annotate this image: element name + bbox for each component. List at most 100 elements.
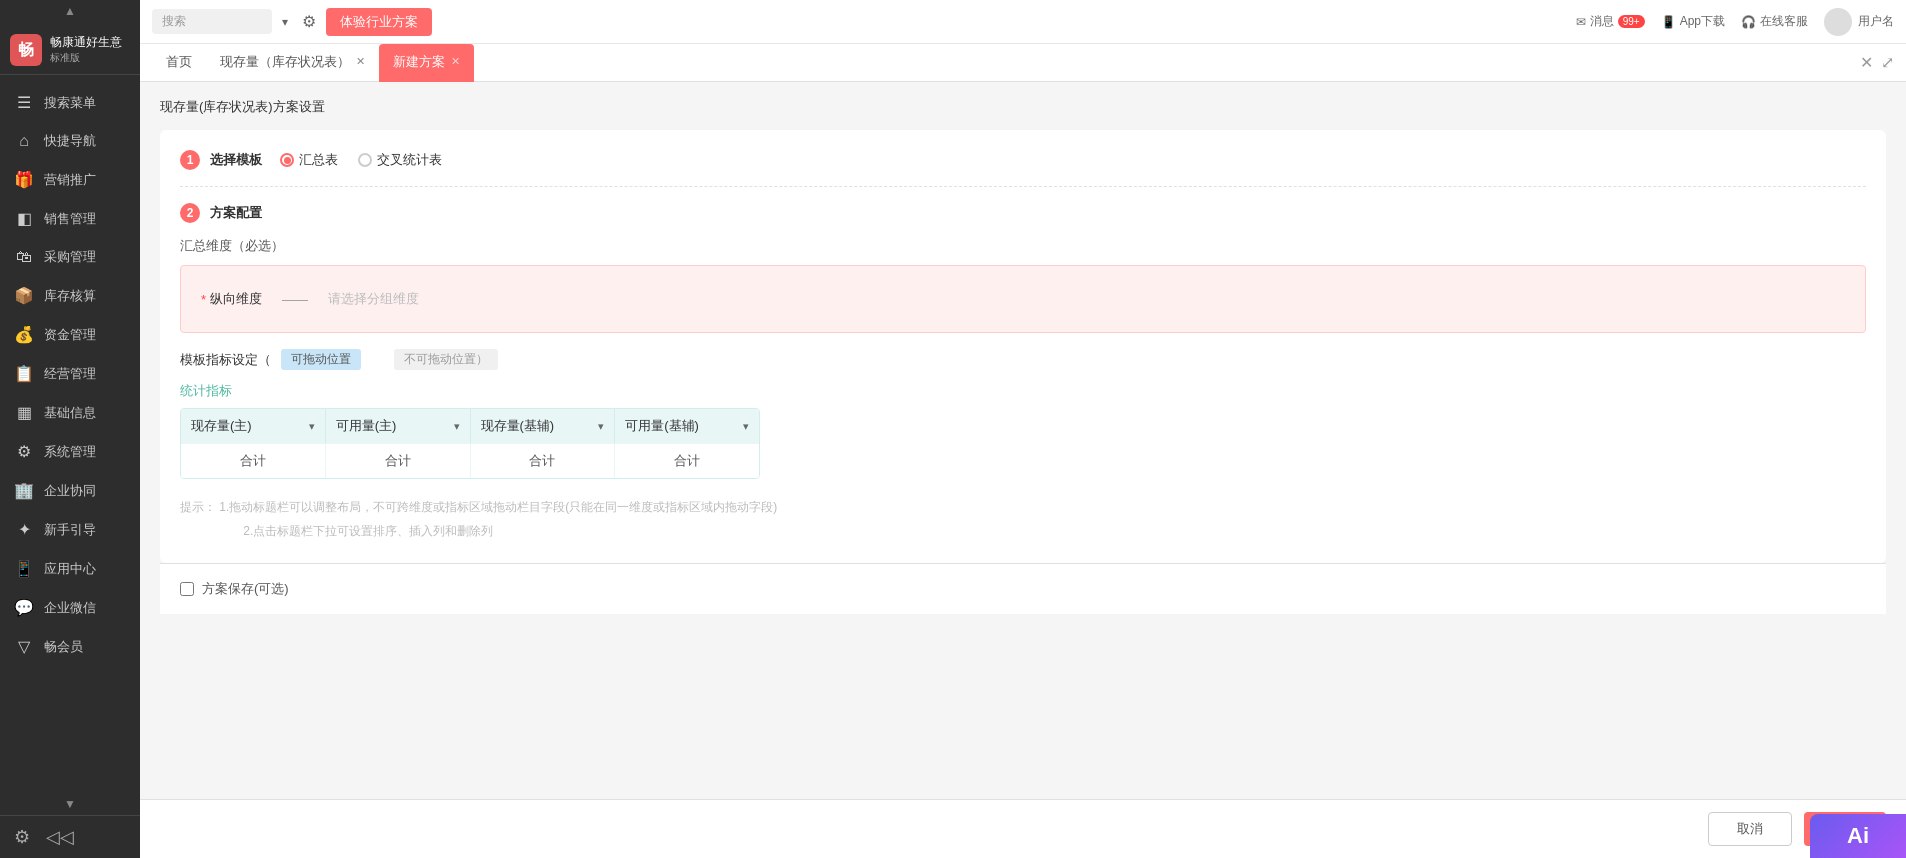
sidebar-item-operations[interactable]: 📋 经营管理 xyxy=(0,354,140,393)
sidebar-item-newcomer[interactable]: ✦ 新手引导 xyxy=(0,510,140,549)
sidebar-item-sales[interactable]: ◧ 销售管理 xyxy=(0,199,140,238)
tab-new-plan-close[interactable]: ✕ xyxy=(451,55,460,68)
topbar-gear-icon[interactable]: ⚙ xyxy=(302,12,316,31)
radio-cross-label: 交叉统计表 xyxy=(377,151,442,169)
user-avatar xyxy=(1824,8,1852,36)
sidebar-logo: 畅 畅康通好生意 标准版 xyxy=(0,22,140,75)
sidebar-logo-title: 畅康通好生意 xyxy=(50,35,122,51)
sidebar-item-search-menu[interactable]: ☰ 搜索菜单 xyxy=(0,83,140,122)
page-title: 现存量(库存状况表)方案设置 xyxy=(160,98,1886,116)
enterprise-icon: 🏢 xyxy=(14,481,34,500)
topbar-right: ✉ 消息 99+ 📱 App下载 🎧 在线客服 用户名 xyxy=(1576,8,1894,36)
sidebar-item-label: 畅会员 xyxy=(44,638,83,656)
sidebar-scroll-up[interactable]: ▲ xyxy=(0,0,140,22)
dimension-placeholder[interactable]: 请选择分组维度 xyxy=(328,290,419,308)
sidebar-logo-subtitle: 标准版 xyxy=(50,51,122,65)
sidebar-item-marketing[interactable]: 🎁 营销推广 xyxy=(0,160,140,199)
sidebar-item-finance[interactable]: 💰 资金管理 xyxy=(0,315,140,354)
tab-inventory-close[interactable]: ✕ xyxy=(356,55,365,68)
col4-dropdown-icon[interactable]: ▾ xyxy=(743,420,749,433)
cancel-button[interactable]: 取消 xyxy=(1708,812,1792,846)
tab-new-plan[interactable]: 新建方案 ✕ xyxy=(379,44,474,82)
col4-header-label: 可用量(基辅) xyxy=(625,417,699,435)
search-menu-icon: ☰ xyxy=(14,93,34,112)
col2-dropdown-icon[interactable]: ▾ xyxy=(454,420,460,433)
hint-2: 2.点击标题栏下拉可设置排序、插入列和删除列 xyxy=(243,524,493,538)
stats-table: 现存量(主) ▾ 可用量(主) ▾ 现存量(基辅) ▾ 可用量(基辅) ▾ xyxy=(180,408,760,479)
close-panel-icon[interactable]: ✕ xyxy=(1860,53,1873,72)
tab-new-plan-label: 新建方案 xyxy=(393,53,445,71)
hint-title: 提示： xyxy=(180,500,216,514)
tab-bar: 首页 现存量（库存状况表） ✕ 新建方案 ✕ ✕ ⤢ xyxy=(140,44,1906,82)
dimension-dash: —— xyxy=(282,292,308,307)
sidebar-item-label: 营销推广 xyxy=(44,171,96,189)
tab-home-label: 首页 xyxy=(166,53,192,71)
topbar-dropdown-arrow[interactable]: ▾ xyxy=(282,15,288,29)
trial-btn[interactable]: 体验行业方案 xyxy=(326,8,432,36)
radio-cross-circle xyxy=(358,153,372,167)
sidebar-item-quick-nav[interactable]: ⌂ 快捷导航 xyxy=(0,122,140,160)
user-info[interactable]: 用户名 xyxy=(1824,8,1894,36)
inventory-icon: 📦 xyxy=(14,286,34,305)
col3-cell: 合计 xyxy=(471,444,616,478)
app-download-btn[interactable]: 📱 App下载 xyxy=(1661,13,1725,30)
col3-dropdown-icon[interactable]: ▾ xyxy=(598,420,604,433)
ai-badge[interactable]: Ai xyxy=(1810,814,1906,858)
sidebar-item-basic-info[interactable]: ▦ 基础信息 xyxy=(0,393,140,432)
purchase-icon: 🛍 xyxy=(14,248,34,266)
template-settings-row: 模板指标设定（ 可拖动位置 不可拖动位置） xyxy=(180,349,1866,370)
tab-inventory-label: 现存量（库存状况表） xyxy=(220,53,350,71)
col4-cell: 合计 xyxy=(615,444,759,478)
newcomer-icon: ✦ xyxy=(14,520,34,539)
summary-dimension-label: 汇总维度（必选） xyxy=(180,237,1866,255)
finance-icon: 💰 xyxy=(14,325,34,344)
message-btn[interactable]: ✉ 消息 99+ xyxy=(1576,13,1645,30)
radio-cross[interactable]: 交叉统计表 xyxy=(358,151,442,169)
sidebar-item-inventory[interactable]: 📦 库存核算 xyxy=(0,276,140,315)
message-icon: ✉ xyxy=(1576,15,1586,29)
app-download-label: App下载 xyxy=(1680,13,1725,30)
col2-header[interactable]: 可用量(主) ▾ xyxy=(326,409,471,443)
col3-header-label: 现存量(基辅) xyxy=(481,417,555,435)
col1-header-label: 现存量(主) xyxy=(191,417,252,435)
save-checkbox[interactable] xyxy=(180,582,194,596)
sidebar: ▲ 畅 畅康通好生意 标准版 ☰ 搜索菜单 ⌂ 快捷导航 🎁 营销推广 ◧ 销售… xyxy=(0,0,140,858)
sidebar-logo-icon: 畅 xyxy=(10,34,42,66)
settings-icon[interactable]: ⚙ xyxy=(14,826,30,848)
step2-badge: 2 xyxy=(180,203,200,223)
col1-header[interactable]: 现存量(主) ▾ xyxy=(181,409,326,443)
drag-indicator: 可拖动位置 xyxy=(281,349,361,370)
col1-dropdown-icon[interactable]: ▾ xyxy=(309,420,315,433)
tab-home[interactable]: 首页 xyxy=(152,44,206,82)
sidebar-item-label: 库存核算 xyxy=(44,287,96,305)
sidebar-scroll-down[interactable]: ▼ xyxy=(0,793,140,815)
col4-header[interactable]: 可用量(基辅) ▾ xyxy=(615,409,759,443)
stats-label: 统计指标 xyxy=(180,382,1866,400)
tab-inventory-status[interactable]: 现存量（库存状况表） ✕ xyxy=(206,44,379,82)
sidebar-item-members[interactable]: ▽ 畅会员 xyxy=(0,627,140,666)
sidebar-item-enterprise[interactable]: 🏢 企业协同 xyxy=(0,471,140,510)
required-marker: * xyxy=(201,292,206,307)
message-badge: 99+ xyxy=(1618,15,1645,28)
radio-summary-label: 汇总表 xyxy=(299,151,338,169)
sidebar-footer: ⚙ ◁◁ xyxy=(0,815,140,858)
col1-cell: 合计 xyxy=(181,444,326,478)
sidebar-item-purchase[interactable]: 🛍 采购管理 xyxy=(0,238,140,276)
operations-icon: 📋 xyxy=(14,364,34,383)
dimension-box: * 纵向维度 —— 请选择分组维度 xyxy=(180,265,1866,333)
expand-panel-icon[interactable]: ⤢ xyxy=(1881,53,1894,72)
sidebar-item-wechat[interactable]: 💬 企业微信 xyxy=(0,588,140,627)
audio-icon[interactable]: ◁◁ xyxy=(46,826,74,848)
template-settings-label: 模板指标设定（ xyxy=(180,351,271,369)
sidebar-item-system[interactable]: ⚙ 系统管理 xyxy=(0,432,140,471)
sidebar-item-app-center[interactable]: 📱 应用中心 xyxy=(0,549,140,588)
members-icon: ▽ xyxy=(14,637,34,656)
settings-section: 1 选择模板 汇总表 交叉统计表 2 方案配置 xyxy=(160,130,1886,563)
online-service-btn[interactable]: 🎧 在线客服 xyxy=(1741,13,1808,30)
step1-header: 1 选择模板 汇总表 交叉统计表 xyxy=(180,150,1866,170)
col3-header[interactable]: 现存量(基辅) ▾ xyxy=(471,409,616,443)
basicinfo-icon: ▦ xyxy=(14,403,34,422)
home-icon: ⌂ xyxy=(14,132,34,150)
radio-summary[interactable]: 汇总表 xyxy=(280,151,338,169)
step2-title: 方案配置 xyxy=(210,204,262,222)
